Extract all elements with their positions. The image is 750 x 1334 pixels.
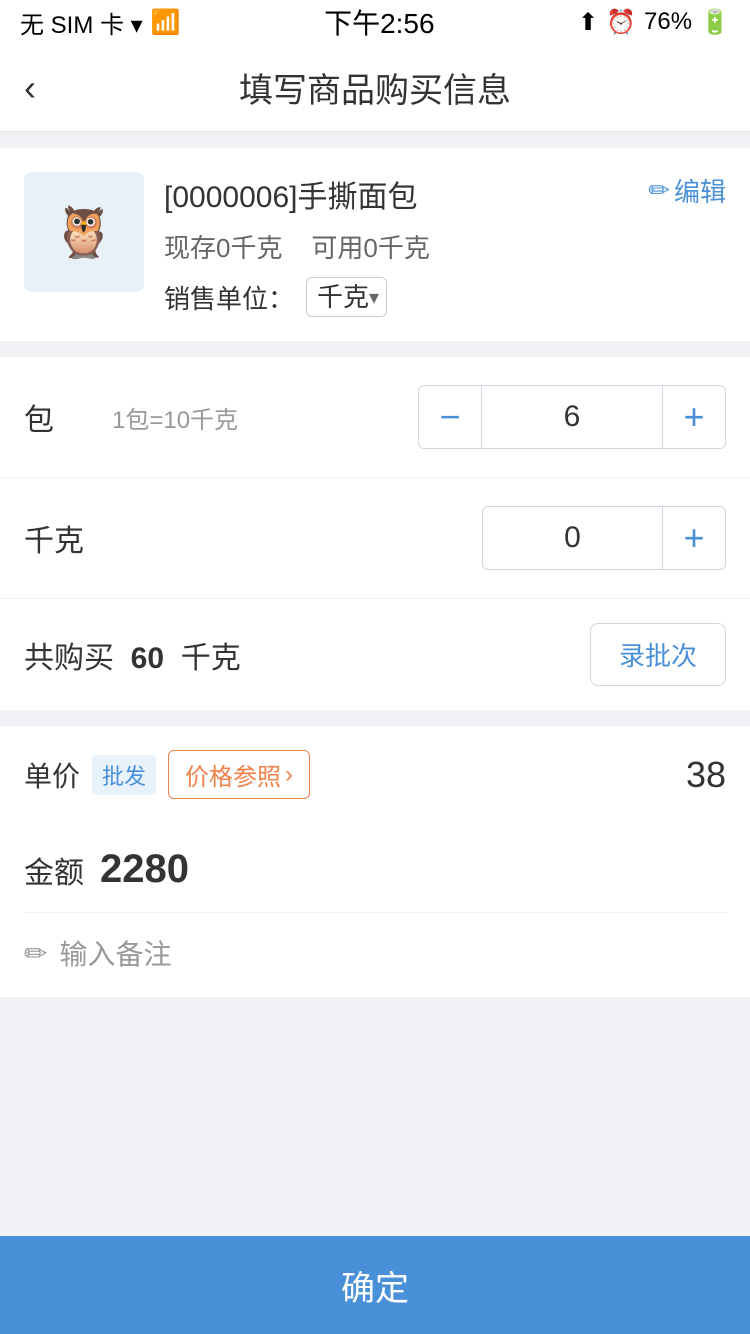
kg-qty-controls: +	[482, 506, 726, 570]
status-left: 无 SIM 卡 ▾ 📶	[20, 5, 181, 40]
status-time: 下午2:56	[324, 2, 435, 42]
location-icon: ⬆	[578, 8, 598, 37]
note-row[interactable]: ✏ 输入备注	[24, 913, 726, 997]
bao-quantity-input[interactable]	[482, 385, 662, 449]
amount-section: 金额 2280 ✏ 输入备注	[0, 823, 750, 997]
kg-quantity-row: 千克 +	[0, 478, 750, 599]
product-info: [0000006]手撕面包 现存0千克 可用0千克 销售单位： 千克 包	[164, 172, 726, 317]
product-image-icon: 🦉	[53, 203, 115, 262]
bao-qty-controls: − +	[418, 385, 726, 449]
total-amount: 60	[131, 642, 164, 675]
bao-label: 包	[24, 395, 104, 439]
amount-label: 金额	[24, 848, 84, 892]
total-text: 共购买 60 千克	[24, 633, 241, 677]
pencil-icon: ✏	[24, 937, 47, 970]
edit-icon: ✏	[648, 175, 670, 206]
battery-icon: 🔋	[700, 8, 730, 37]
amount-row: 金额 2280	[24, 847, 726, 913]
edit-button[interactable]: ✏ 编辑	[648, 172, 726, 209]
alarm-icon: ⏰	[606, 8, 636, 37]
unit-select[interactable]: 千克 包	[306, 277, 387, 317]
edit-label: 编辑	[674, 172, 726, 209]
price-batch-tag: 批发	[92, 755, 156, 795]
bao-quantity-row: 包 1包=10千克 − +	[0, 357, 750, 478]
status-bar: 无 SIM 卡 ▾ 📶 下午2:56 ⬆ ⏰ 76% 🔋	[0, 0, 750, 44]
kg-plus-button[interactable]: +	[662, 506, 726, 570]
product-name: [0000006]手撕面包	[164, 172, 726, 216]
battery-level: 76%	[644, 8, 692, 36]
amount-value: 2280	[100, 847, 189, 892]
page-title: 填写商品购买信息	[239, 63, 511, 112]
bao-hint: 1包=10千克	[112, 400, 418, 435]
total-prefix: 共购买	[24, 642, 114, 675]
status-right: ⬆ ⏰ 76% 🔋	[578, 8, 730, 37]
stock-current: 现存0千克	[164, 233, 282, 263]
total-row: 共购买 60 千克 录批次	[0, 599, 750, 710]
note-placeholder[interactable]: 输入备注	[59, 933, 171, 973]
kg-label: 千克	[24, 516, 104, 560]
price-ref-arrow: ›	[285, 761, 293, 789]
unit-select-wrapper[interactable]: 千克 包	[306, 277, 387, 317]
product-card: 🦉 [0000006]手撕面包 现存0千克 可用0千克 销售单位： 千克 包 ✏…	[0, 148, 750, 341]
product-unit-row: 销售单位： 千克 包	[164, 277, 726, 317]
product-stock: 现存0千克 可用0千克	[164, 228, 726, 265]
wifi-icon: 📶	[151, 8, 181, 37]
product-image: 🦉	[24, 172, 144, 292]
batch-button[interactable]: 录批次	[590, 623, 726, 686]
price-ref-label: 价格参照	[185, 757, 281, 792]
sim-status: 无 SIM 卡 ▾	[20, 5, 143, 40]
price-section: 单价 批发 价格参照 › 38	[0, 726, 750, 823]
unit-label: 销售单位：	[164, 279, 294, 316]
quantity-section: 包 1包=10千克 − + 千克 + 共购买 60 千克 录批次	[0, 357, 750, 710]
back-button[interactable]: ‹	[24, 67, 36, 109]
stock-available: 可用0千克	[311, 233, 429, 263]
total-unit: 千克	[181, 642, 241, 675]
bao-plus-button[interactable]: +	[662, 385, 726, 449]
nav-bar: ‹ 填写商品购买信息	[0, 44, 750, 132]
price-value: 38	[686, 754, 726, 796]
price-reference-button[interactable]: 价格参照 ›	[168, 750, 310, 799]
confirm-button[interactable]: 确定	[0, 1236, 750, 1334]
bao-minus-button[interactable]: −	[418, 385, 482, 449]
section-divider-1	[0, 710, 750, 726]
kg-quantity-input[interactable]	[482, 506, 662, 570]
bottom-space	[0, 997, 750, 1117]
price-label: 单价	[24, 755, 80, 795]
